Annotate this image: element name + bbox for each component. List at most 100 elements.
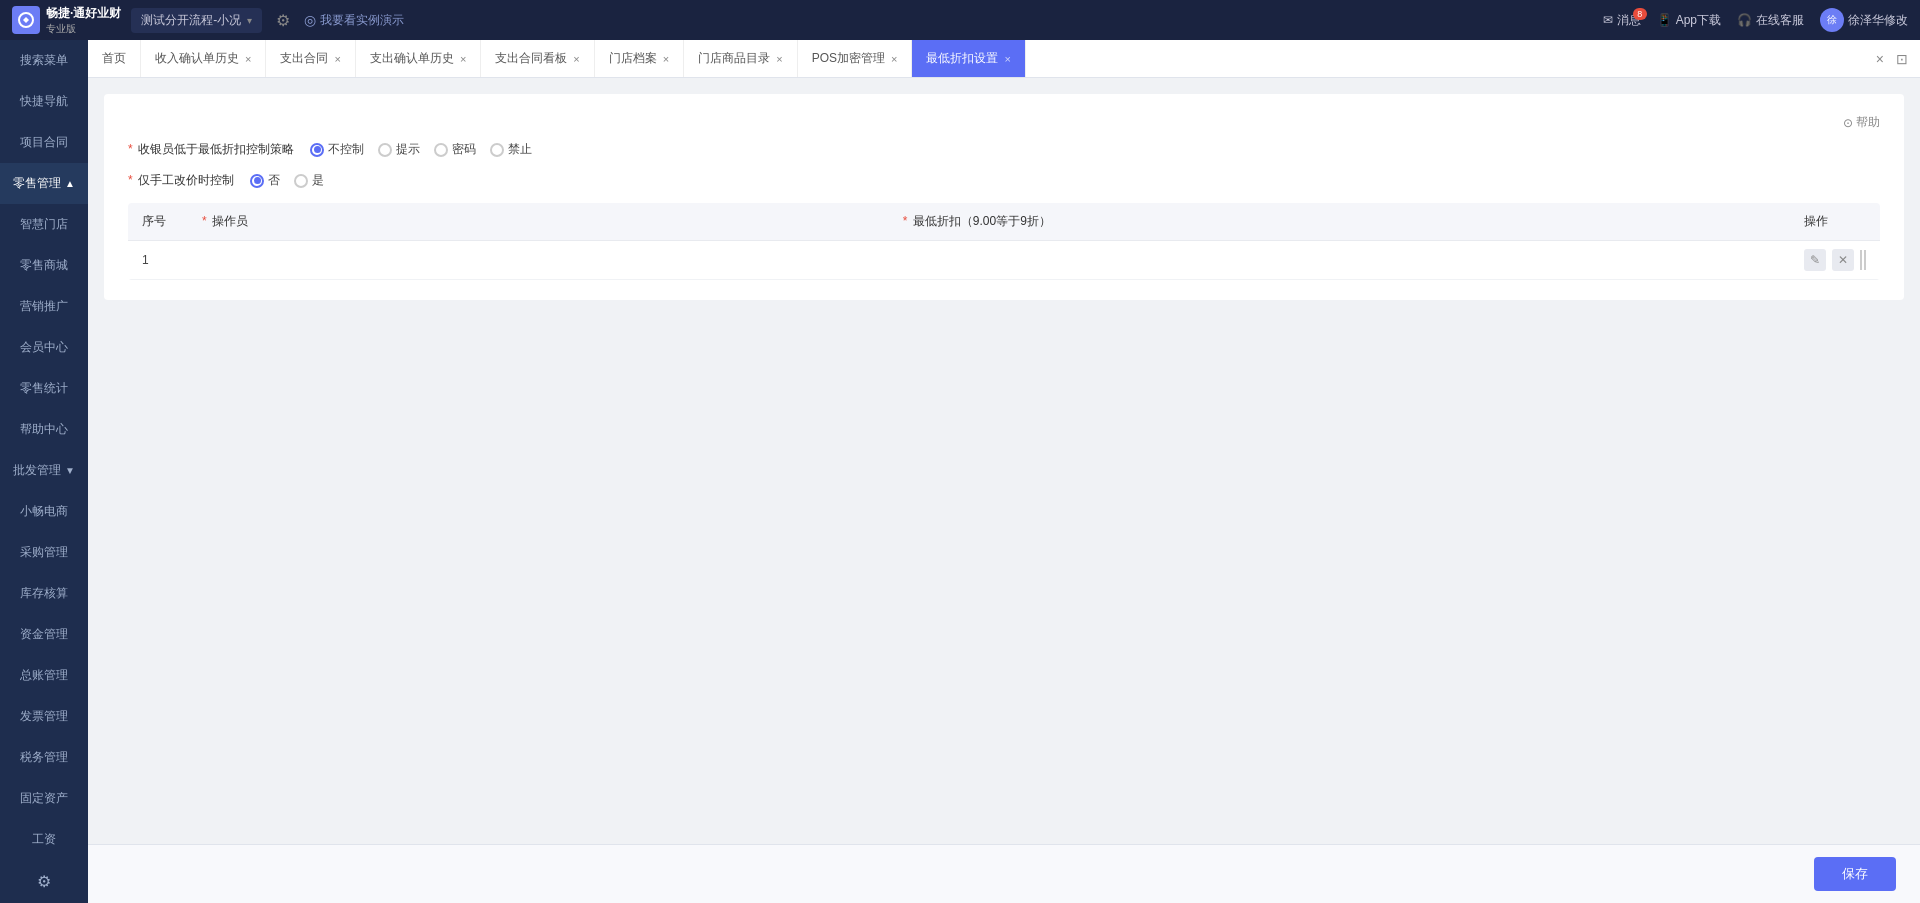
- manual-price-row: * 仅手工改价时控制 否 是: [128, 172, 1880, 189]
- help-button[interactable]: ⊙ 帮助: [1843, 114, 1880, 131]
- sidebar-item-invoice[interactable]: 发票管理: [0, 696, 88, 737]
- sidebar-item-help[interactable]: 帮助中心: [0, 409, 88, 450]
- tab-pos-password[interactable]: POS加密管理 ×: [798, 40, 913, 77]
- sidebar-label-project: 项目合同: [20, 134, 68, 151]
- sidebar-item-ledger[interactable]: 总账管理: [0, 655, 88, 696]
- radio-no-control[interactable]: 不控制: [310, 141, 364, 158]
- sidebar-item-capital[interactable]: 资金管理: [0, 614, 88, 655]
- sidebar-label-retail: 零售管理: [13, 175, 61, 192]
- sidebar-label-purchase: 采购管理: [20, 544, 68, 561]
- top-bar-left: 畅捷·通好业财 专业版 测试分开流程-小况 ▾ ⚙ ◎ 我要看实例演示: [12, 5, 404, 36]
- cell-operator[interactable]: [188, 241, 889, 280]
- manual-price-radio-group: 否 是: [250, 172, 324, 189]
- retail-arrow-icon: ▲: [65, 178, 75, 189]
- form-card: ⊙ 帮助 * 收银员低于最低折扣控制策略 不控制: [104, 94, 1904, 300]
- sidebar-item-project[interactable]: 项目合同: [0, 122, 88, 163]
- tab-close-income-confirm[interactable]: ×: [245, 53, 251, 65]
- logo-icon: [12, 6, 40, 34]
- radio-password[interactable]: 密码: [434, 141, 476, 158]
- tab-close-pos-password[interactable]: ×: [891, 53, 897, 65]
- sidebar-item-fixed-assets[interactable]: 固定资产: [0, 778, 88, 819]
- cashier-policy-radio-group: 不控制 提示 密码 禁止: [310, 141, 532, 158]
- cell-min-discount[interactable]: [889, 241, 1790, 280]
- th-min-discount: * 最低折扣（9.00等于9折）: [889, 203, 1790, 241]
- sidebar-item-marketing[interactable]: 营销推广: [0, 286, 88, 327]
- sidebar-item-retail-mall[interactable]: 零售商城: [0, 245, 88, 286]
- tab-home[interactable]: 首页: [88, 40, 141, 77]
- tab-payment-confirm[interactable]: 支出确认单历史 ×: [356, 40, 481, 77]
- sidebar-item-ecommerce[interactable]: 小畅电商: [0, 491, 88, 532]
- row-edit-button[interactable]: ✎: [1804, 249, 1826, 271]
- save-button[interactable]: 保存: [1814, 857, 1896, 891]
- cashier-policy-label: * 收银员低于最低折扣控制策略: [128, 141, 294, 158]
- tab-min-discount[interactable]: 最低折扣设置 ×: [912, 40, 1025, 77]
- radio-manual-yes[interactable]: 是: [294, 172, 324, 189]
- topbar-settings-button[interactable]: ⚙: [272, 7, 294, 34]
- sidebar-label-marketing: 营销推广: [20, 298, 68, 315]
- tab-close-payment-contract[interactable]: ×: [334, 53, 340, 65]
- radio-no-control-circle: [310, 143, 324, 157]
- sidebar-item-member[interactable]: 会员中心: [0, 327, 88, 368]
- sidebar-label-invoice: 发票管理: [20, 708, 68, 725]
- manual-price-label: * 仅手工改价时控制: [128, 172, 234, 189]
- radio-manual-no[interactable]: 否: [250, 172, 280, 189]
- tab-close-payment-board[interactable]: ×: [573, 53, 579, 65]
- tab-expand-button[interactable]: ⊡: [1894, 49, 1910, 69]
- tab-bar-actions: × ⊡: [1864, 49, 1920, 69]
- sidebar-item-inventory[interactable]: 库存核算: [0, 573, 88, 614]
- sidebar-label-wholesale: 批发管理: [13, 462, 61, 479]
- cell-seq: 1: [128, 241, 188, 280]
- page-content: ⊙ 帮助 * 收银员低于最低折扣控制策略 不控制: [88, 78, 1920, 844]
- tab-store-product[interactable]: 门店商品目录 ×: [684, 40, 797, 77]
- sidebar-item-smart-store[interactable]: 智慧门店: [0, 204, 88, 245]
- tab-store-file[interactable]: 门店档案 ×: [595, 40, 684, 77]
- discount-table-card: 序号 * 操作员 * 最低折扣（9.00等于9折）: [128, 203, 1880, 280]
- discount-table: 序号 * 操作员 * 最低折扣（9.00等于9折）: [128, 203, 1880, 280]
- wholesale-arrow-icon: ▼: [65, 465, 75, 476]
- tab-payment-board[interactable]: 支出合同看板 ×: [481, 40, 594, 77]
- sidebar-item-purchase[interactable]: 采购管理: [0, 532, 88, 573]
- sidebar-label-capital: 资金管理: [20, 626, 68, 643]
- content-area: 首页 收入确认单历史 × 支出合同 × 支出确认单历史 × 支出合同看板 × 门…: [88, 40, 1920, 903]
- sidebar-settings-button[interactable]: ⚙: [0, 860, 88, 903]
- row-actions: ✎ ✕: [1804, 249, 1866, 271]
- row-delete-button[interactable]: ✕: [1832, 249, 1854, 271]
- logo-text: 畅捷·通好业财 专业版: [46, 5, 121, 36]
- tab-close-payment-confirm[interactable]: ×: [460, 53, 466, 65]
- sidebar-item-shortcut[interactable]: 快捷导航: [0, 81, 88, 122]
- tab-income-confirm[interactable]: 收入确认单历史 ×: [141, 40, 266, 77]
- radio-password-circle: [434, 143, 448, 157]
- sidebar-item-tax[interactable]: 税务管理: [0, 737, 88, 778]
- th-seq: 序号: [128, 203, 188, 241]
- tab-close-store-product[interactable]: ×: [776, 53, 782, 65]
- tab-payment-contract[interactable]: 支出合同 ×: [266, 40, 355, 77]
- radio-forbidden[interactable]: 禁止: [490, 141, 532, 158]
- radio-forbidden-circle: [490, 143, 504, 157]
- row-drag-handle[interactable]: [1860, 250, 1866, 270]
- sidebar-label-member: 会员中心: [20, 339, 68, 356]
- message-button[interactable]: ✉ 消息 8: [1603, 12, 1641, 29]
- sidebar-label-retail-stats: 零售统计: [20, 380, 68, 397]
- sidebar: 搜索菜单 快捷导航 项目合同 零售管理 ▲ 智慧门店 零售商城 营销推广 会员中…: [0, 40, 88, 903]
- sidebar-item-retail-stats[interactable]: 零售统计: [0, 368, 88, 409]
- main-layout: 搜索菜单 快捷导航 项目合同 零售管理 ▲ 智慧门店 零售商城 营销推广 会员中…: [0, 40, 1920, 903]
- sidebar-label-shortcut: 快捷导航: [20, 93, 68, 110]
- customer-service-button[interactable]: 🎧 在线客服: [1737, 12, 1804, 29]
- message-badge: 8: [1633, 8, 1647, 20]
- tab-close-min-discount[interactable]: ×: [1004, 53, 1010, 65]
- message-icon: ✉: [1603, 13, 1613, 27]
- sidebar-item-wholesale[interactable]: 批发管理 ▼: [0, 450, 88, 491]
- sidebar-item-payroll[interactable]: 工资: [0, 819, 88, 860]
- sidebar-label-search: 搜索菜单: [20, 52, 68, 69]
- sidebar-item-retail[interactable]: 零售管理 ▲: [0, 163, 88, 204]
- tab-close-store-file[interactable]: ×: [663, 53, 669, 65]
- sidebar-item-search[interactable]: 搜索菜单: [0, 40, 88, 81]
- app-download-button[interactable]: 📱 App下载: [1657, 12, 1721, 29]
- radio-manual-yes-circle: [294, 174, 308, 188]
- tab-close-all-button[interactable]: ×: [1874, 49, 1886, 69]
- sidebar-label-ecommerce: 小畅电商: [20, 503, 68, 520]
- user-profile-button[interactable]: 徐 徐泽华修改: [1820, 8, 1908, 32]
- demo-link[interactable]: ◎ 我要看实例演示: [304, 12, 404, 29]
- radio-hint[interactable]: 提示: [378, 141, 420, 158]
- project-selector[interactable]: 测试分开流程-小况 ▾: [131, 8, 262, 33]
